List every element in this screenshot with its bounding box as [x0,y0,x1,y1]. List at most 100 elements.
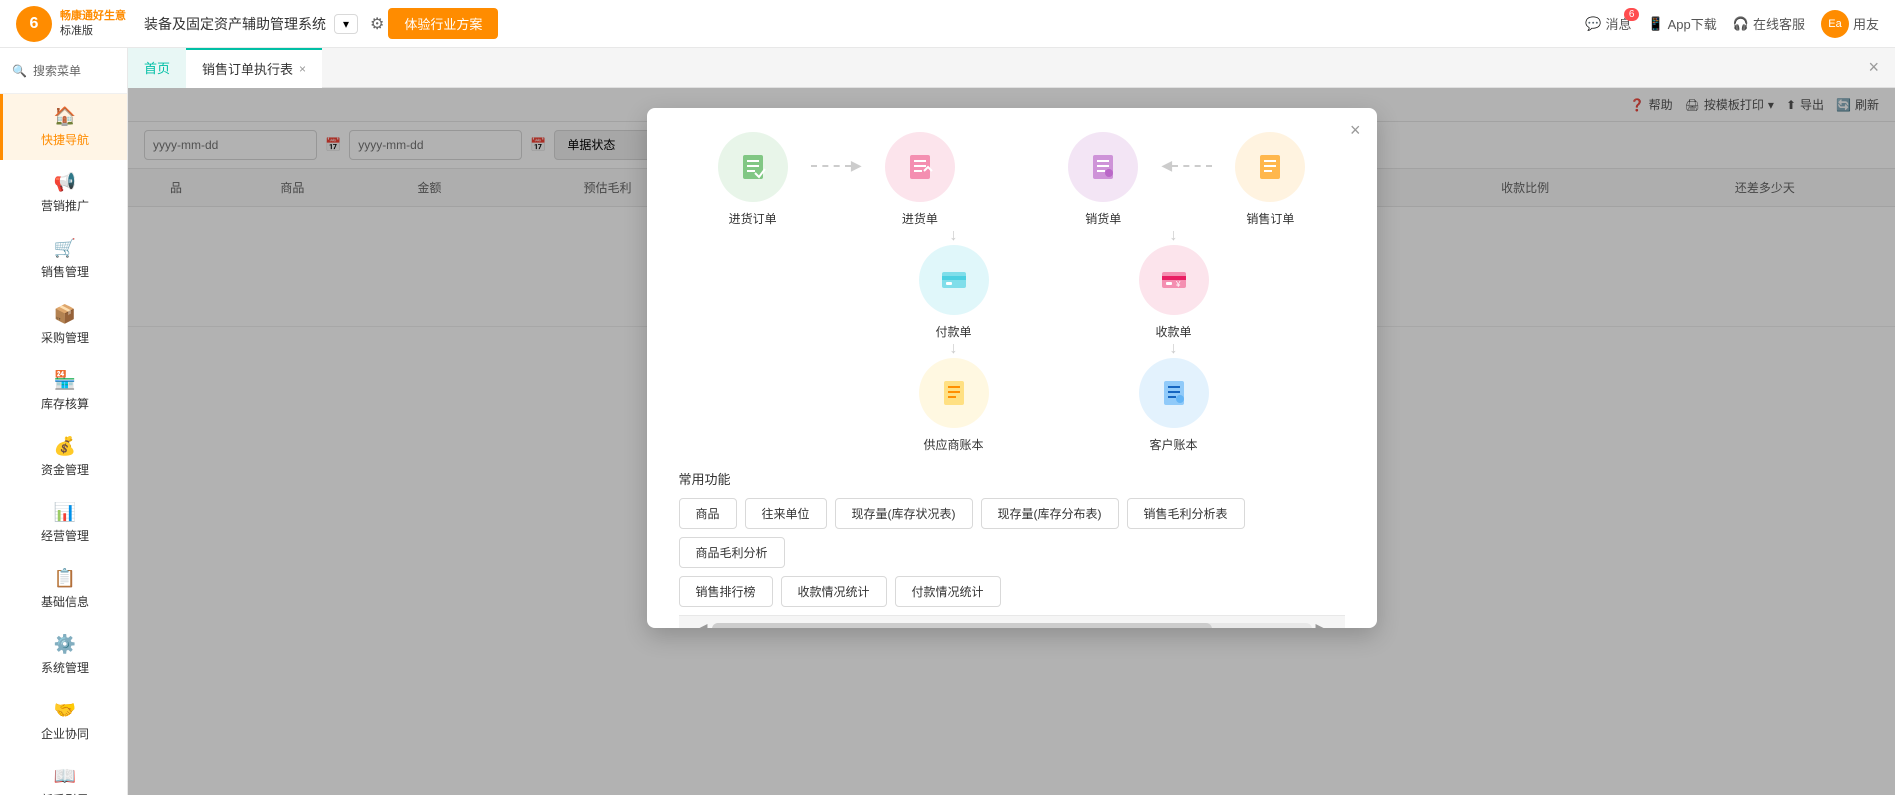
flow-node-supplier-ledger[interactable]: 供应商账本 [889,358,1019,453]
sidebar-item-inventory[interactable]: 🏪 库存核算 [0,358,127,424]
newbie-label: 新手引导 [41,791,89,795]
purchase-bill-circle [885,132,955,202]
sidebar-item-sales[interactable]: 🛒 销售管理 [0,226,127,292]
app-download-button[interactable]: 📱 App下载 [1647,14,1716,33]
sales-order-label: 销售订单 [1246,210,1294,227]
system-title-text: 装备及固定资产辅助管理系统 [144,14,326,34]
search-menu-label: 搜索菜单 [33,62,81,79]
logo-area: 6 畅康通好生意 标准版 [16,6,144,42]
top-right-area: 💬 消息 6 📱 App下载 🎧 在线客服 Ea 用友 [1585,10,1879,38]
flow-node-sales-bill[interactable]: 销货单 [1049,132,1157,227]
sidebar-item-operation[interactable]: 📊 经营管理 [0,490,127,556]
quick-nav-icon: 🏠 [54,106,76,127]
download-icon: 📱 [1647,16,1663,32]
sidebar-item-cooperation[interactable]: 🤝 企业协同 [0,688,127,754]
func-btn-sales-rank[interactable]: 销售排行榜 [679,576,773,607]
scroll-left-button[interactable]: ◀ [693,620,712,628]
flow-node-sales-order[interactable]: 销售订单 [1216,132,1324,227]
sales-bill-label: 销货单 [1085,210,1121,227]
receipt-label: 收款单 [1155,323,1191,340]
service-icon: 🎧 [1733,16,1749,32]
tab-home[interactable]: 首页 [128,48,186,88]
purchase-bill-label: 进货单 [902,210,938,227]
message-icon: 💬 [1585,16,1601,32]
func-btn-partner[interactable]: 往来单位 [745,498,827,529]
system-dropdown-button[interactable]: ▾ [334,14,358,34]
func-btn-stock-status[interactable]: 现存量(库存状况表) [835,498,973,529]
cooperation-icon: 🤝 [54,700,76,721]
modal-overlay[interactable]: × 进货订单 [128,88,1895,795]
flow-node-receipt[interactable]: ¥ 收款单 [1109,245,1239,340]
inventory-label: 库存核算 [41,395,89,412]
customer-ledger-circle [1139,358,1209,428]
arrow-down-sales: ↓ [1109,227,1239,245]
purchase-order-circle [718,132,788,202]
sidebar-search[interactable]: 🔍 搜索菜单 [0,48,127,94]
operation-label: 经营管理 [41,527,89,544]
sidebar-item-quick-nav[interactable]: 🏠 快捷导航 [0,94,127,160]
flow-node-purchase-order[interactable]: 进货订单 [699,132,807,227]
modal-close-button[interactable]: × [1350,120,1361,141]
sidebar-item-purchase[interactable]: 📦 采购管理 [0,292,127,358]
user-area[interactable]: Ea 用友 [1821,10,1879,38]
flow-node-purchase-bill[interactable]: 进货单 [866,132,974,227]
payment-circle [919,245,989,315]
finance-icon: 💰 [54,436,76,457]
sidebar-item-system[interactable]: ⚙️ 系统管理 [0,622,127,688]
scroll-track[interactable] [712,623,1312,629]
arrow-sales-order-to-bill: ◀ [1161,157,1212,174]
newbie-icon: 📖 [54,766,76,787]
logo-icon: 6 [16,6,52,42]
spacer-po2 [699,340,829,358]
marketing-icon: 📢 [54,172,76,193]
flow-row-1: 进货订单 ▶ [679,132,1345,227]
tab-sales-order-exec-label: 销售订单执行表 [202,59,293,78]
message-badge: 6 [1624,8,1640,21]
sidebar-item-marketing[interactable]: 📢 营销推广 [0,160,127,226]
tab-bar: 首页 销售订单执行表 × × [128,48,1895,88]
logo-line2: 标准版 [60,24,126,38]
flow-node-customer-ledger[interactable]: 客户账本 [1109,358,1239,453]
tab-sales-order-exec[interactable]: 销售订单执行表 × [186,48,322,88]
sidebar-item-newbie[interactable]: 📖 新手引导 [0,754,127,795]
sidebar-item-finance[interactable]: 💰 资金管理 [0,424,127,490]
content-area: 首页 销售订单执行表 × × ❓ 帮助 [128,48,1895,795]
supplier-ledger-label: 供应商账本 [923,436,983,453]
search-menu-button[interactable]: 🔍 搜索菜单 [8,58,119,83]
func-btn-product-profit[interactable]: 商品毛利分析 [679,537,785,568]
window-close-button[interactable]: × [1852,57,1895,78]
spacer-arrow1 [829,227,889,245]
purchase-icon: 📦 [54,304,76,325]
flow-node-payment[interactable]: 付款单 [889,245,1019,340]
quick-nav-label: 快捷导航 [41,131,89,148]
func-btn-product[interactable]: 商品 [679,498,737,529]
marketing-label: 营销推广 [41,197,89,214]
online-service-label: 在线客服 [1753,14,1805,33]
arrow-purchase-order-to-bill: ▶ [811,157,862,174]
message-button[interactable]: 💬 消息 6 [1585,14,1631,33]
scroll-thumb [712,623,1212,629]
scroll-right-button[interactable]: ▶ [1312,620,1331,628]
system-icon: ⚙️ [54,634,76,655]
sales-label: 销售管理 [41,263,89,280]
sidebar-item-basic-info[interactable]: 📋 基础信息 [0,556,127,622]
func-btn-payment-stat[interactable]: 付款情况统计 [895,576,1001,607]
func-btn-sales-profit[interactable]: 销售毛利分析表 [1127,498,1245,529]
spacer-mid3 [1019,340,1109,358]
experience-button[interactable]: 体验行业方案 [388,8,498,39]
user-avatar: Ea [1821,10,1849,38]
online-service-button[interactable]: 🎧 在线客服 [1733,14,1805,33]
tab-close-button[interactable]: × [299,62,306,76]
func-btn-stock-dist[interactable]: 现存量(库存分布表) [981,498,1119,529]
tab-home-label: 首页 [144,58,170,77]
system-title: 装备及固定资产辅助管理系统 ▾ ⚙ [144,10,388,38]
spacer-po [699,227,829,245]
flow-row-2: 付款单 ¥ 收款单 [679,245,1345,340]
settings-button[interactable]: ⚙ [366,10,388,38]
purchase-label: 采购管理 [41,329,89,346]
system-label: 系统管理 [41,659,89,676]
sales-icon: 🛒 [54,238,76,259]
common-functions: 常用功能 商品 往来单位 现存量(库存状况表) 现存量(库存分布表) 销售毛利分… [679,469,1345,607]
func-btn-receipt-stat[interactable]: 收款情况统计 [781,576,887,607]
spacer-a3 [829,340,889,358]
